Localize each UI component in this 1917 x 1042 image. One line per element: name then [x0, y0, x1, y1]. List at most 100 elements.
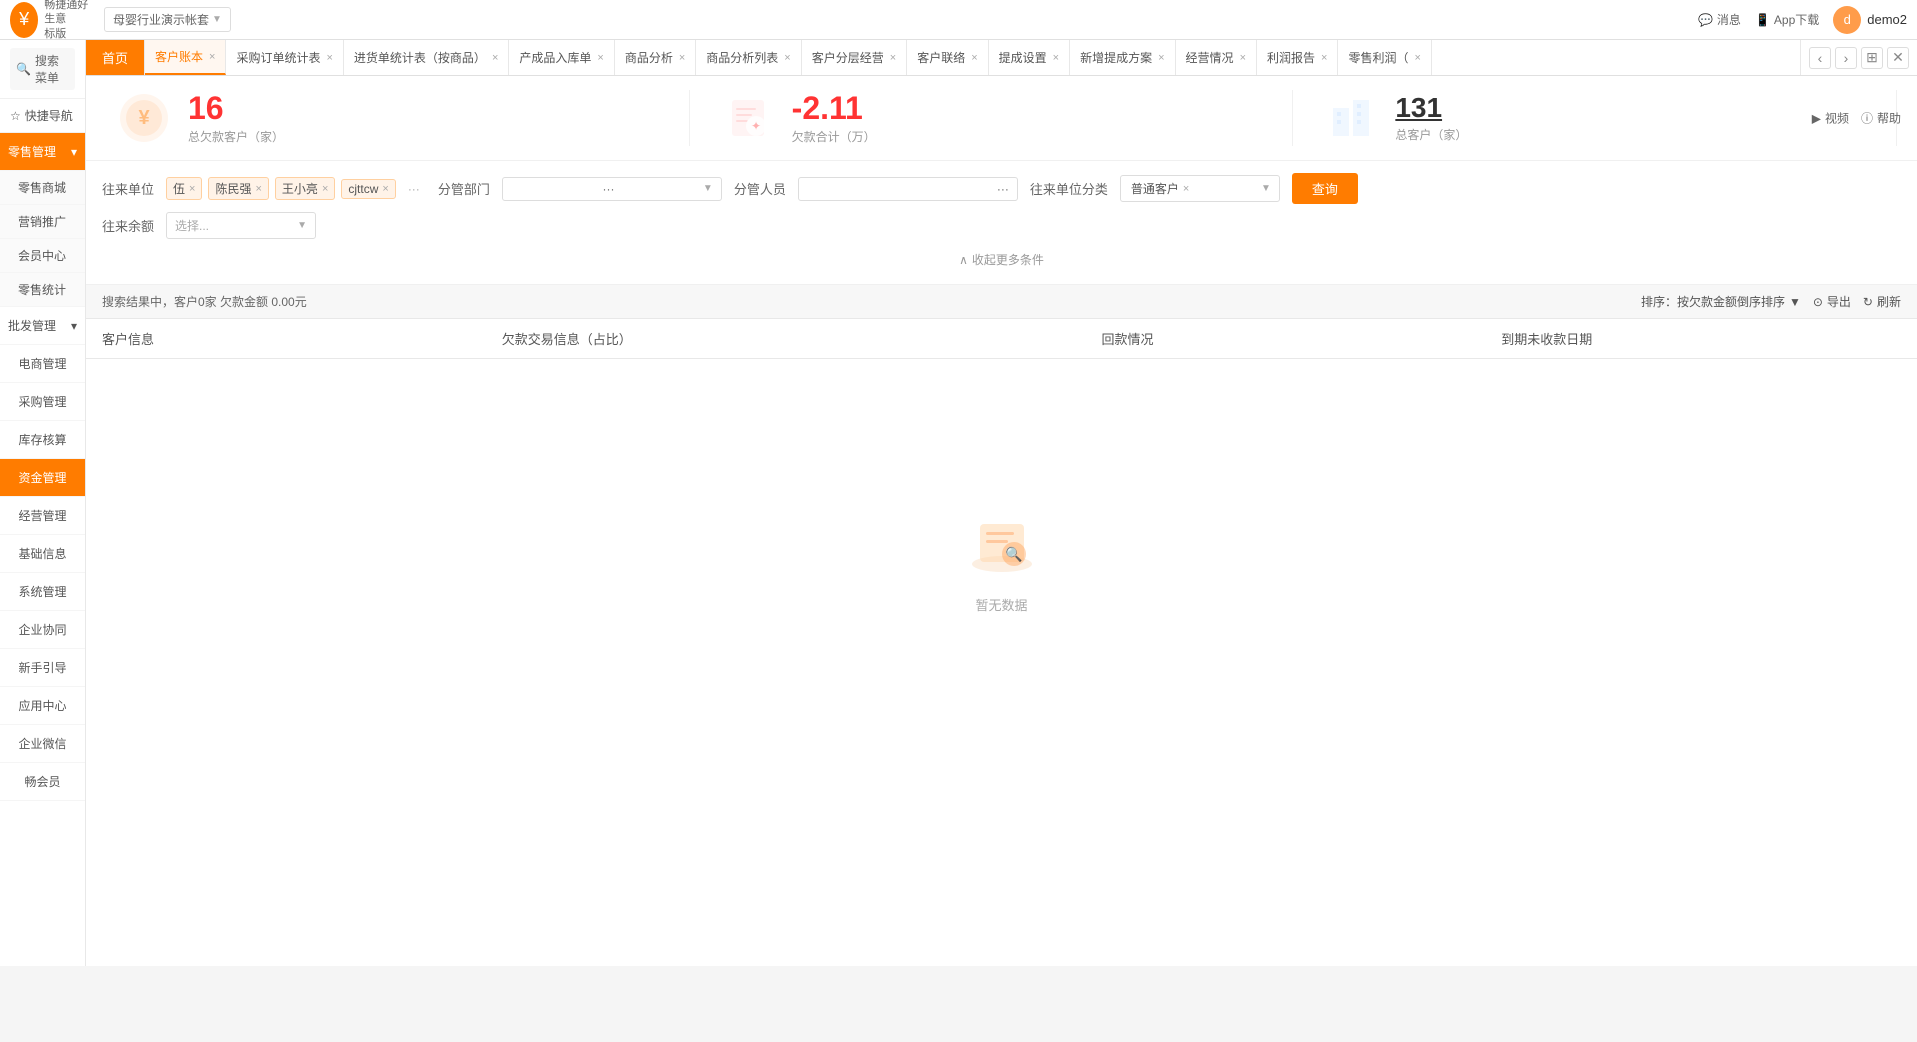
messages-button[interactable]: 💬 消息: [1698, 11, 1741, 28]
close-tab-icon[interactable]: ×: [326, 52, 332, 64]
col-header-debt-info: 欠款交易信息（占比）: [502, 329, 1102, 348]
video-button[interactable]: ▶ 视频: [1812, 110, 1849, 127]
stat-block-customers: ¥ 16 总欠款客户（家）: [106, 90, 690, 146]
close-tab-icon[interactable]: ×: [1414, 52, 1420, 64]
sort-button[interactable]: 排序：按欠款金额倒序排序 ▼: [1641, 293, 1801, 310]
search-menu-button[interactable]: 🔍 搜索菜单: [10, 48, 75, 90]
tab-add-commission[interactable]: 新增提成方案 ×: [1070, 40, 1175, 75]
sidebar-quick-nav[interactable]: ☆ 快捷导航: [0, 99, 85, 133]
tab-customer-ledger[interactable]: 客户账本 ×: [145, 40, 226, 75]
help-button[interactable]: ⓘ 帮助: [1861, 110, 1901, 127]
table-body: 🔍 暂无数据: [86, 359, 1917, 759]
sidebar-item-inventory[interactable]: 库存核算: [0, 421, 85, 459]
sidebar-item-purchase[interactable]: 采购管理: [0, 383, 85, 421]
tab-retail-profit[interactable]: 零售利润（ ×: [1338, 40, 1431, 75]
nav-expand-button[interactable]: ⊞: [1861, 47, 1883, 69]
remove-normal-customer-icon[interactable]: ×: [1183, 183, 1189, 195]
col-header-customer: 客户信息: [102, 329, 502, 348]
filter-tag-chenmq[interactable]: 陈民强 ×: [208, 177, 268, 200]
top-bar: ¥ 畅捷通好生意 标版 母婴行业演示帐套 ▼ 💬 消息 📱 App下载 d de…: [0, 0, 1917, 40]
collapse-filter-button[interactable]: ∧ 收起更多条件: [955, 247, 1048, 272]
filter-tags-more[interactable]: ···: [402, 180, 426, 198]
remove-tag-cjttcw-icon[interactable]: ×: [382, 183, 388, 195]
close-tab-icon[interactable]: ×: [597, 52, 603, 64]
remove-tag-wu-icon[interactable]: ×: [189, 183, 195, 195]
close-tab-icon[interactable]: ×: [784, 52, 790, 64]
sidebar-item-retail[interactable]: 零售管理 ▾: [0, 133, 85, 171]
close-tab-icon[interactable]: ×: [971, 52, 977, 64]
results-actions: 排序：按欠款金额倒序排序 ▼ ⊙ 导出 ↻ 刷新: [1641, 293, 1901, 310]
filter-label-unit: 往来单位: [102, 179, 154, 198]
tab-commission-settings[interactable]: 提成设置 ×: [989, 40, 1070, 75]
close-tab-icon[interactable]: ×: [1158, 52, 1164, 64]
close-tab-icon[interactable]: ×: [1321, 52, 1327, 64]
unit-type-selector[interactable]: 普通客户 × ▼: [1120, 175, 1280, 202]
person-selector[interactable]: ···: [798, 177, 1018, 201]
tab-business-status[interactable]: 经营情况 ×: [1176, 40, 1257, 75]
close-tab-icon[interactable]: ×: [1053, 52, 1059, 64]
sidebar-item-basics[interactable]: 基础信息: [0, 535, 85, 573]
close-tab-icon[interactable]: ×: [1240, 52, 1246, 64]
sidebar-item-retail-mall[interactable]: 零售商城: [0, 171, 85, 205]
message-icon: 💬: [1698, 13, 1713, 27]
industry-selector[interactable]: 母婴行业演示帐套 ▼: [104, 7, 231, 32]
nav-close-all-button[interactable]: ✕: [1887, 47, 1909, 69]
nav-next-button[interactable]: ›: [1835, 47, 1857, 69]
tab-home[interactable]: 首页: [86, 40, 145, 75]
logo-icon: ¥: [10, 2, 38, 38]
refresh-button[interactable]: ↻ 刷新: [1863, 293, 1901, 310]
tab-customer-contact[interactable]: 客户联络 ×: [907, 40, 988, 75]
query-button[interactable]: 查询: [1292, 173, 1358, 204]
sidebar-item-enterprise[interactable]: 企业协同: [0, 611, 85, 649]
sidebar-item-finance[interactable]: 资金管理: [0, 459, 85, 497]
search-icon: 🔍: [16, 62, 31, 76]
close-tab-icon[interactable]: ×: [890, 52, 896, 64]
close-tab-icon[interactable]: ×: [492, 52, 498, 64]
sidebar-item-newuser[interactable]: 新手引导: [0, 649, 85, 687]
sidebar-item-operations[interactable]: 经营管理: [0, 497, 85, 535]
filter-bar: 往来单位 伍 × 陈民强 × 王小亮 × cjttcw: [86, 161, 1917, 285]
nav-prev-button[interactable]: ‹: [1809, 47, 1831, 69]
refresh-icon: ↻: [1863, 295, 1873, 309]
chevron-down-icon: ▼: [1789, 295, 1801, 309]
filter-label-dept: 分管部门: [438, 179, 490, 198]
sidebar: 🔍 搜索菜单 ☆ 快捷导航 零售管理 ▾ 零售商城 营销推广 会员中心 零售统计…: [0, 40, 86, 966]
sidebar-item-wechat[interactable]: 企业微信: [0, 725, 85, 763]
remove-tag-chenmq-icon[interactable]: ×: [255, 183, 261, 195]
tab-profit-report[interactable]: 利润报告 ×: [1257, 40, 1338, 75]
tab-purchase-order-stats[interactable]: 采购订单统计表 ×: [226, 40, 343, 75]
sidebar-item-retail-stats[interactable]: 零售统计: [0, 273, 85, 307]
sidebar-item-member-center[interactable]: 会员中心: [0, 239, 85, 273]
tab-finished-product-warehouse[interactable]: 产成品入库单 ×: [509, 40, 614, 75]
stat-info-debt: -2.11 欠款合计（万）: [792, 92, 876, 145]
export-button[interactable]: ⊙ 导出: [1813, 293, 1851, 310]
stats-bar-actions: ▶ 视频 ⓘ 帮助: [1812, 110, 1901, 127]
logo-text: 畅捷通好生意 标版: [44, 0, 96, 41]
filter-tag-wangxl[interactable]: 王小亮 ×: [275, 177, 335, 200]
filter-tag-cjttcw[interactable]: cjttcw ×: [341, 179, 395, 199]
filter-tags-unit: 伍 × 陈民强 × 王小亮 × cjttcw × ···: [166, 177, 426, 200]
sidebar-item-system[interactable]: 系统管理: [0, 573, 85, 611]
col-header-due-date: 到期未收款日期: [1501, 329, 1901, 348]
sidebar-item-member[interactable]: 畅会员: [0, 763, 85, 801]
sidebar-item-wholesale[interactable]: 批发管理 ▾: [0, 307, 85, 345]
close-tab-icon[interactable]: ×: [679, 52, 685, 64]
remove-tag-wangxl-icon[interactable]: ×: [322, 183, 328, 195]
tab-customer-tier[interactable]: 客户分层经营 ×: [802, 40, 907, 75]
stat-value-total: 131: [1395, 94, 1467, 122]
dept-selector[interactable]: ··· ▼: [502, 177, 722, 201]
tab-purchase-stats-by-product[interactable]: 进货单统计表（按商品） ×: [344, 40, 509, 75]
sidebar-item-marketing[interactable]: 营销推广: [0, 205, 85, 239]
close-tab-icon[interactable]: ×: [209, 51, 215, 63]
user-avatar-area[interactable]: d demo2: [1833, 6, 1907, 34]
tab-product-analysis-list[interactable]: 商品分析列表 ×: [696, 40, 801, 75]
results-bar: 搜索结果中，客户0家 欠款金额 0.00元 排序：按欠款金额倒序排序 ▼ ⊙ 导…: [86, 285, 1917, 319]
sidebar-item-ecommerce[interactable]: 电商管理: [0, 345, 85, 383]
app-download-button[interactable]: 📱 App下载: [1755, 11, 1819, 28]
stat-label-customers: 总欠款客户（家）: [188, 128, 284, 145]
username-label: demo2: [1867, 12, 1907, 27]
sidebar-item-appcenter[interactable]: 应用中心: [0, 687, 85, 725]
balance-selector[interactable]: 选择... ▼: [166, 212, 316, 239]
filter-tag-wu[interactable]: 伍 ×: [166, 177, 202, 200]
tab-product-analysis[interactable]: 商品分析 ×: [615, 40, 696, 75]
